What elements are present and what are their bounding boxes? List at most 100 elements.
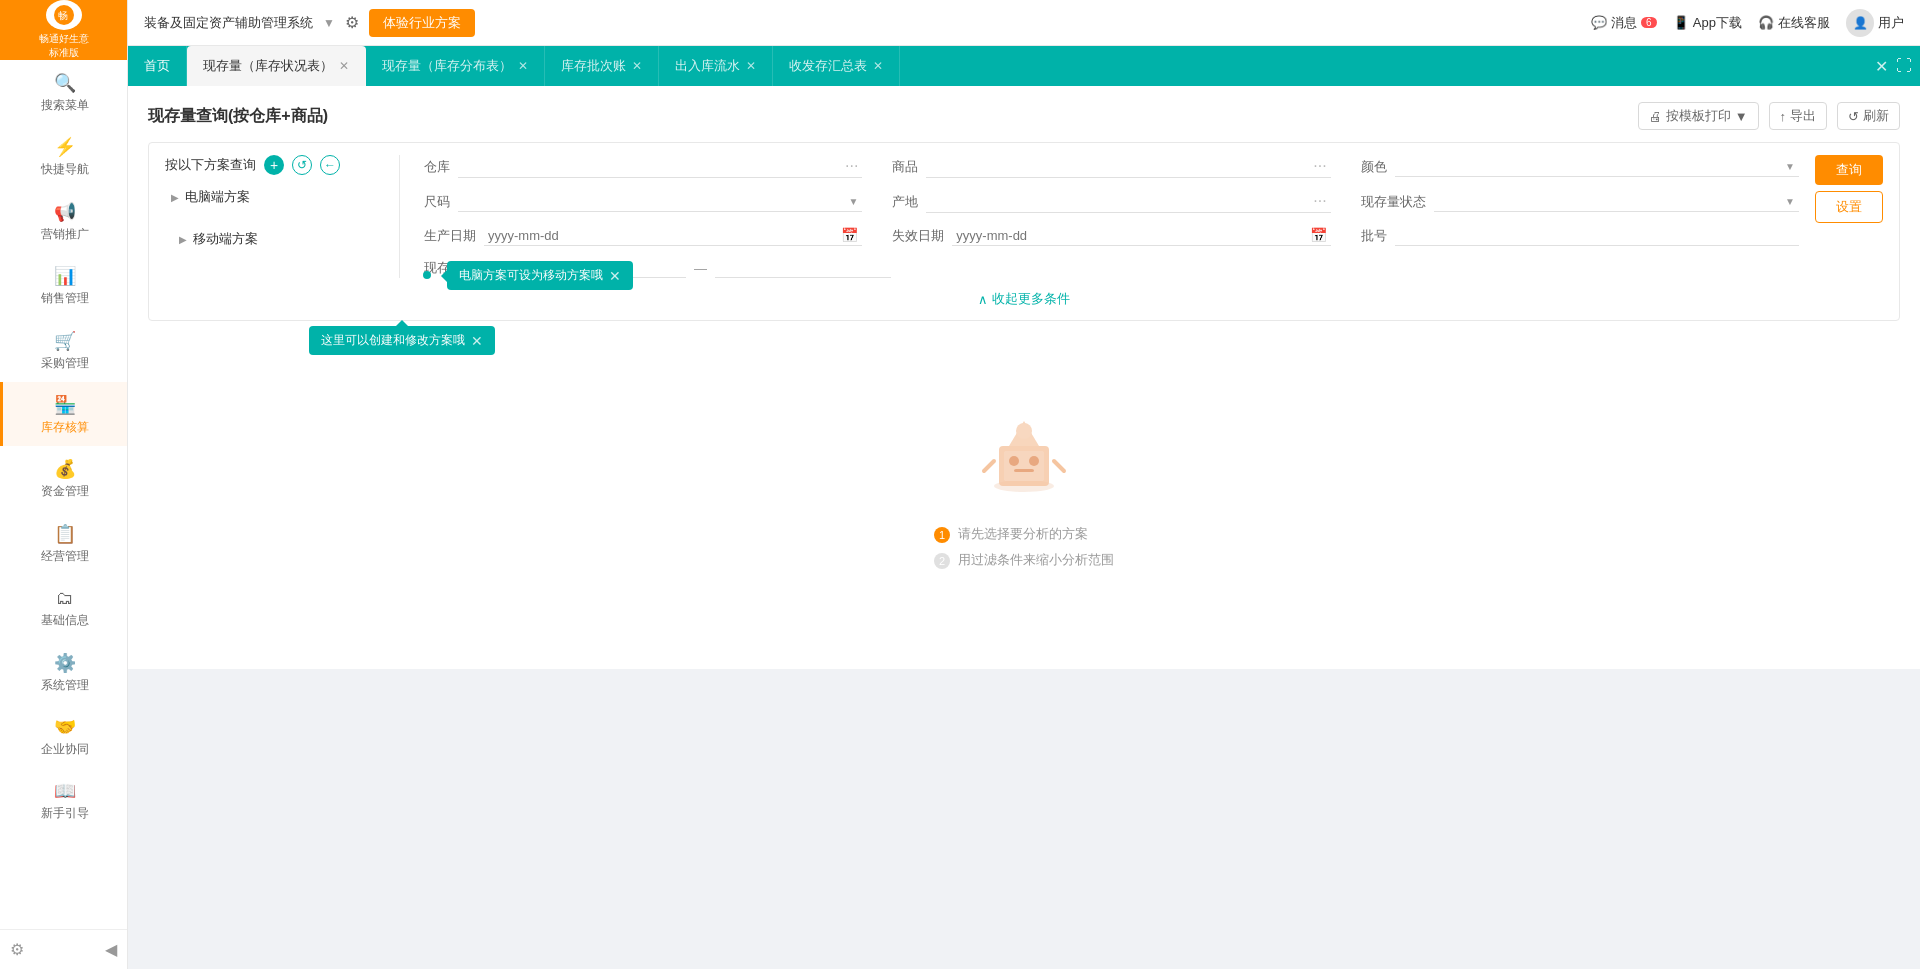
- online-support-item[interactable]: 🎧 在线客服: [1758, 14, 1830, 32]
- color-label: 颜色: [1361, 158, 1387, 176]
- expire-date-calendar-icon[interactable]: 📅: [1310, 227, 1327, 243]
- print-button[interactable]: 🖨 按模板打印 ▼: [1638, 102, 1759, 130]
- origin-more-icon[interactable]: ···: [1313, 192, 1326, 210]
- tab-inventory-dist[interactable]: 现存量（库存分布表） ✕: [366, 46, 545, 86]
- tab-inout-close[interactable]: ✕: [746, 59, 756, 73]
- sidebar-item-finance[interactable]: 💰 资金管理: [0, 446, 127, 510]
- printer-icon: 🖨: [1649, 109, 1662, 124]
- collapse-sidebar-icon[interactable]: ◀: [105, 940, 117, 959]
- tab-inventory-status-close[interactable]: ✕: [339, 59, 349, 73]
- origin-label: 产地: [892, 193, 918, 211]
- empty-illustration: [974, 401, 1074, 501]
- query-button[interactable]: 查询: [1815, 155, 1883, 185]
- sidebar-item-purchase[interactable]: 🛒 采购管理: [0, 318, 127, 382]
- svg-line-11: [1054, 461, 1064, 471]
- tooltip-2-text: 这里可以创建和修改方案哦: [321, 332, 465, 349]
- sidebar-bottom: ⚙ ◀: [0, 929, 127, 969]
- batch-label: 批号: [1361, 227, 1387, 245]
- export-button[interactable]: ↑ 导出: [1769, 102, 1828, 130]
- sidebar-item-sales[interactable]: 📊 销售管理: [0, 253, 127, 317]
- scheme-mobile-group[interactable]: ▶ 移动端方案: [165, 227, 375, 251]
- stock-status-input[interactable]: [1438, 194, 1785, 209]
- tab-inout[interactable]: 出入库流水 ✕: [659, 46, 773, 86]
- batch-input[interactable]: [1399, 228, 1795, 243]
- message-icon: 💬: [1591, 15, 1607, 30]
- tab-inventory-dist-close[interactable]: ✕: [518, 59, 528, 73]
- content-area: 现存量查询(按仓库+商品) 🖨 按模板打印 ▼ ↑ 导出 ↺ 刷新: [128, 86, 1920, 969]
- origin-input[interactable]: [930, 194, 1313, 209]
- scheme-tree: ▶ 电脑端方案 ▶ 移动端方案: [165, 185, 375, 251]
- settings-icon[interactable]: ⚙: [10, 940, 24, 959]
- origin-field: 产地 ···: [892, 190, 1330, 213]
- tooltip-2-close[interactable]: ✕: [471, 333, 483, 349]
- message-item[interactable]: 💬 消息 6: [1591, 14, 1657, 32]
- tab-home-label: 首页: [144, 57, 170, 75]
- tab-inventory-status[interactable]: 现存量（库存状况表） ✕: [187, 46, 366, 86]
- collapse-row: ∧ 收起更多条件: [165, 290, 1883, 308]
- warehouse-input[interactable]: [462, 159, 845, 174]
- sidebar-item-marketing[interactable]: 📢 营销推广: [0, 189, 127, 253]
- tab-fullscreen-icon[interactable]: ⛶: [1896, 57, 1912, 75]
- goods-input[interactable]: [930, 159, 1313, 174]
- collapse-button[interactable]: ∧ 收起更多条件: [978, 290, 1070, 308]
- refresh-button[interactable]: ↺ 刷新: [1837, 102, 1900, 130]
- filter-section: 按以下方案查询 + ↺ ← ▶ 电脑端方案: [148, 142, 1900, 321]
- stock-qty-to-input[interactable]: [719, 260, 887, 275]
- svg-point-5: [1009, 456, 1019, 466]
- sidebar-item-quicknav[interactable]: ⚡ 快捷导航: [0, 124, 127, 188]
- tab-collect-close[interactable]: ✕: [873, 59, 883, 73]
- sidebar-nav: 🔍 搜索菜单 ⚡ 快捷导航 📢 营销推广 📊 销售管理 🛒 采购管理 🏪 库存核…: [0, 60, 127, 929]
- filter-fields: 仓库 ··· 商品 ···: [424, 155, 1799, 278]
- trial-button[interactable]: 体验行业方案: [369, 9, 475, 37]
- sidebar-item-search[interactable]: 🔍 搜索菜单: [0, 60, 127, 124]
- print-label: 按模板打印: [1666, 107, 1731, 125]
- app-download-item[interactable]: 📱 App下载: [1673, 14, 1742, 32]
- warehouse-more-icon[interactable]: ···: [845, 157, 858, 175]
- main-area: 装备及固定资产辅助管理系统 ▼ ⚙ 体验行业方案 💬 消息 6 📱 App下载 …: [128, 0, 1920, 969]
- size-input[interactable]: [462, 194, 848, 209]
- system-dropdown-icon[interactable]: ▼: [323, 16, 335, 30]
- sidebar-item-ops[interactable]: 📋 经营管理: [0, 511, 127, 575]
- inventory-icon: 🏪: [54, 394, 76, 416]
- arrow-icon: ▶: [171, 192, 179, 203]
- filter-row-3: 生产日期 📅 失效日期 📅: [424, 225, 1799, 246]
- warehouse-label: 仓库: [424, 158, 450, 176]
- produce-date-field: 生产日期 📅: [424, 225, 862, 246]
- tooltip-1-arrow: [441, 270, 447, 282]
- export-label: 导出: [1790, 107, 1816, 125]
- empty-tip-1: 请先选择要分析的方案: [934, 521, 1114, 547]
- sidebar-item-enterprise[interactable]: 🤝 企业协同: [0, 704, 127, 768]
- sidebar-item-finance-label: 资金管理: [41, 484, 89, 498]
- tab-home[interactable]: 首页: [128, 46, 187, 86]
- sidebar-item-inventory[interactable]: 🏪 库存核算: [0, 382, 127, 446]
- range-dash: —: [694, 261, 707, 276]
- refresh-icon: ↺: [1848, 109, 1859, 124]
- sidebar-item-guide[interactable]: 📖 新手引导: [0, 768, 127, 832]
- finance-icon: 💰: [54, 458, 76, 480]
- produce-date-input[interactable]: [488, 228, 841, 243]
- produce-date-calendar-icon[interactable]: 📅: [841, 227, 858, 243]
- expire-date-input[interactable]: [956, 228, 1309, 243]
- filter-back-button[interactable]: ←: [320, 155, 340, 175]
- reset-button[interactable]: 设置: [1815, 191, 1883, 223]
- header-settings-icon[interactable]: ⚙: [345, 13, 359, 32]
- tab-collect[interactable]: 收发存汇总表 ✕: [773, 46, 900, 86]
- scheme-desktop-group[interactable]: ▶ 电脑端方案: [165, 185, 375, 209]
- purchase-icon: 🛒: [54, 330, 76, 352]
- tooltip-2-arrow: [396, 320, 408, 326]
- tooltip-1-close[interactable]: ✕: [609, 268, 621, 284]
- goods-more-icon[interactable]: ···: [1313, 157, 1326, 175]
- logo-icon: 畅: [46, 0, 82, 30]
- filter-refresh-button[interactable]: ↺: [292, 155, 312, 175]
- color-input[interactable]: [1399, 159, 1785, 174]
- user-item[interactable]: 👤 用户: [1846, 9, 1904, 37]
- size-label: 尺码: [424, 193, 450, 211]
- header: 装备及固定资产辅助管理系统 ▼ ⚙ 体验行业方案 💬 消息 6 📱 App下载 …: [128, 0, 1920, 46]
- sidebar-item-basic[interactable]: 🗂 基础信息: [0, 575, 127, 639]
- sidebar-item-system[interactable]: ⚙️ 系统管理: [0, 640, 127, 704]
- tab-batch-close[interactable]: ✕: [632, 59, 642, 73]
- tab-batch[interactable]: 库存批次账 ✕: [545, 46, 659, 86]
- tab-inout-label: 出入库流水: [675, 57, 740, 75]
- filter-add-button[interactable]: +: [264, 155, 284, 175]
- tab-close-all-icon[interactable]: ✕: [1875, 57, 1888, 76]
